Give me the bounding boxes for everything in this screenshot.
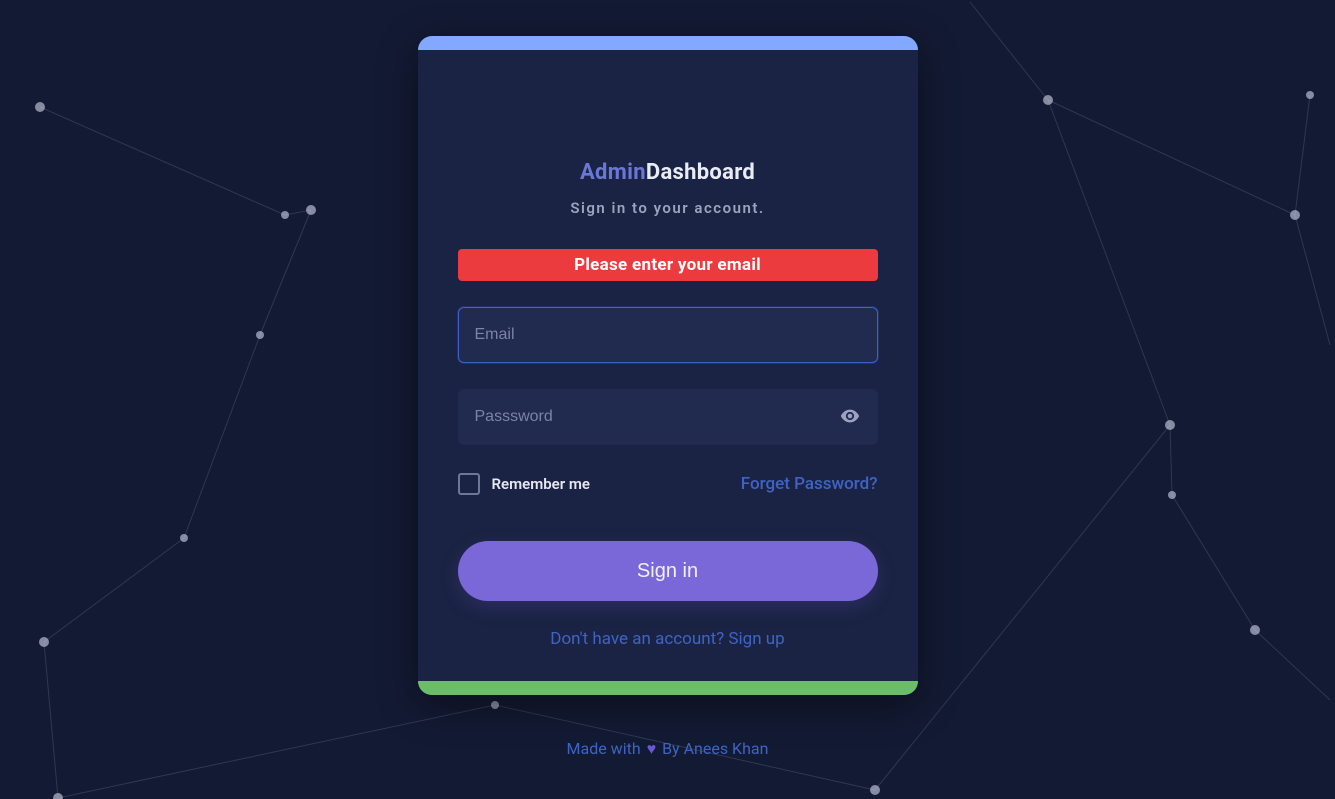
toggle-password-visibility-button[interactable] [832, 399, 868, 435]
sign-in-button[interactable]: Sign in [458, 541, 878, 601]
remember-me-checkbox[interactable]: Remember me [458, 473, 590, 495]
footer-credit: Made with ♥ By Anees Khan [567, 739, 769, 759]
eye-icon [839, 405, 861, 430]
brand-rest: Dashboard [646, 160, 755, 185]
brand-logo: AdminDashboard [458, 160, 878, 185]
password-field-wrap [458, 389, 878, 445]
footer-suffix: By Anees Khan [658, 739, 768, 758]
forgot-password-link[interactable]: Forget Password? [741, 474, 878, 494]
footer-prefix: Made with [567, 739, 645, 758]
login-card: AdminDashboard Sign in to your account. … [418, 36, 918, 695]
card-accent-bottom [418, 681, 918, 695]
email-field[interactable] [458, 307, 878, 363]
remember-me-label: Remember me [492, 475, 590, 493]
password-field[interactable] [458, 389, 878, 445]
sign-up-link[interactable]: Don't have an account? Sign up [458, 629, 878, 649]
heart-icon: ♥ [645, 739, 659, 758]
checkbox-box-icon [458, 473, 480, 495]
brand-accent: Admin [580, 160, 646, 185]
error-alert: Please enter your email [458, 249, 878, 281]
email-field-wrap [458, 307, 878, 363]
login-subtitle: Sign in to your account. [458, 199, 878, 217]
